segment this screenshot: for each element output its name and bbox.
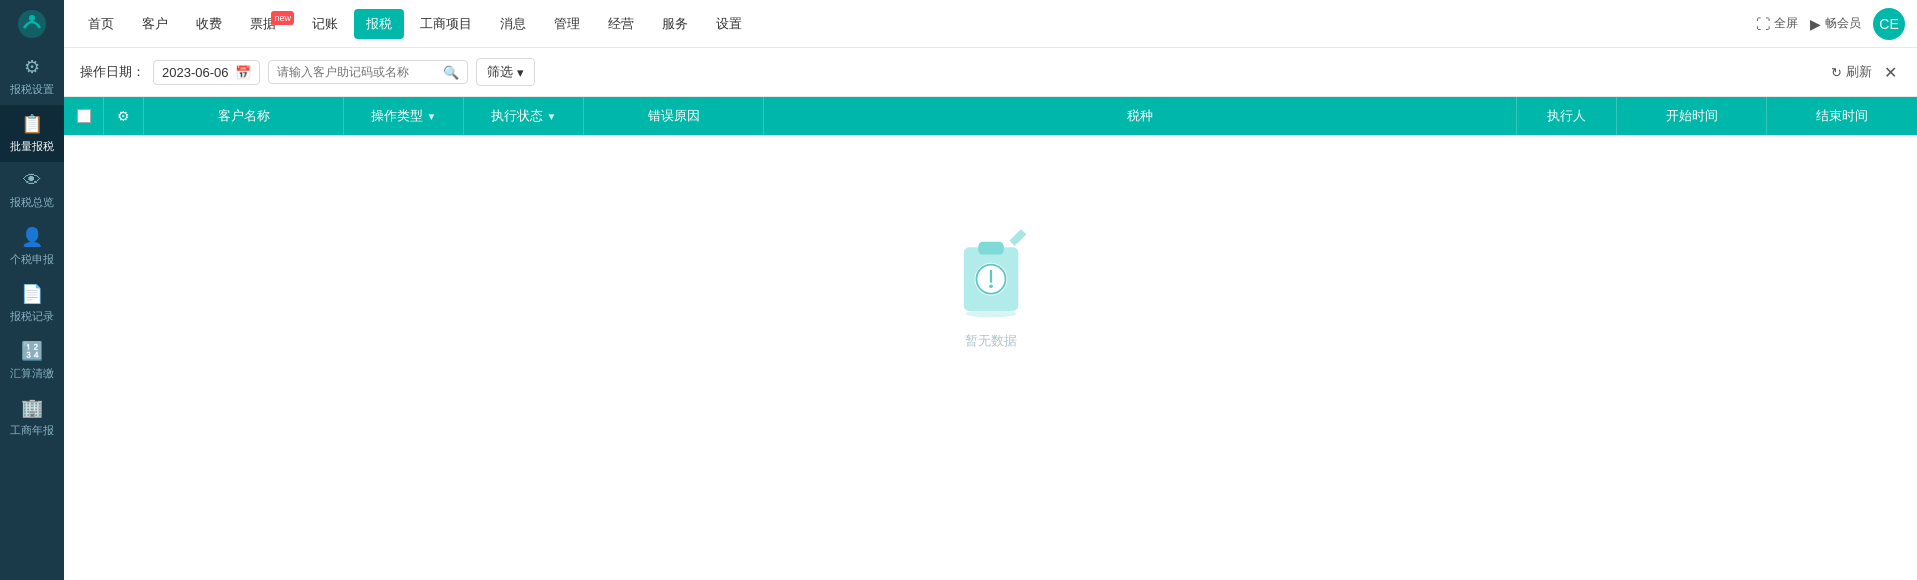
sidebar-item-huisuanjiesuan[interactable]: 🔢 汇算清缴	[0, 332, 64, 389]
sidebar-item-baoshuijilu[interactable]: 📄 报税记录	[0, 275, 64, 332]
empty-state: 暂无数据	[901, 180, 1081, 390]
baoshuijilu-icon: 📄	[21, 283, 43, 305]
nav-item-jizhang[interactable]: 记账	[300, 9, 350, 39]
select-all-checkbox[interactable]	[77, 109, 91, 123]
sidebar-item-geshuishenbao[interactable]: 👤 个税申报	[0, 218, 64, 275]
date-label: 操作日期：	[80, 63, 145, 81]
sidebar-item-label: 工商年报	[10, 423, 54, 438]
member-label: 畅会员	[1825, 15, 1861, 32]
baoshuizonglan-icon: 👁	[23, 170, 41, 191]
fullscreen-label: 全屏	[1774, 15, 1798, 32]
sidebar-item-label: 报税记录	[10, 309, 54, 324]
table-body: 暂无数据	[64, 135, 1917, 435]
close-button[interactable]: ✕	[1880, 63, 1901, 82]
nav-item-xiaoxi[interactable]: 消息	[488, 9, 538, 39]
column-checkbox[interactable]	[64, 97, 104, 135]
member-button[interactable]: ▶ 畅会员	[1810, 15, 1861, 32]
baoshuishezhi-icon: ⚙	[24, 56, 40, 78]
nav-item-jingying[interactable]: 经营	[596, 9, 646, 39]
geshuishenbao-icon: 👤	[21, 226, 43, 248]
empty-icon	[941, 220, 1041, 320]
content: 操作日期： 2023-06-06 📅 🔍 筛选 ▾ ↻ 刷新 ✕	[64, 48, 1917, 580]
sidebar-item-label: 汇算清缴	[10, 366, 54, 381]
filter-button[interactable]: 筛选 ▾	[476, 58, 535, 86]
column-customer-name: 客户名称	[144, 97, 344, 135]
fullscreen-icon: ⛶	[1756, 16, 1770, 32]
avatar[interactable]: CE	[1873, 8, 1905, 40]
nav-right: ⛶ 全屏 ▶ 畅会员 CE	[1756, 8, 1905, 40]
sort-icon: ▼	[427, 111, 437, 122]
main-area: 首页 客户 收费 票据 new 记账 报税 工商项目 消息 管理 经营 服务 设…	[64, 0, 1917, 580]
sidebar-item-baoshuishezhi[interactable]: ⚙ 报税设置	[0, 48, 64, 105]
chevron-down-icon: ▾	[517, 65, 524, 80]
refresh-label: 刷新	[1846, 63, 1872, 81]
sidebar-logo	[0, 0, 64, 48]
column-tax-type: 税种	[764, 97, 1517, 135]
date-value: 2023-06-06	[162, 65, 229, 80]
search-box: 🔍	[268, 60, 468, 84]
filter-label: 筛选	[487, 63, 513, 81]
svg-rect-5	[978, 242, 1003, 255]
sidebar: ⚙ 报税设置 📋 批量报税 👁 报税总览 👤 个税申报 📄 报税记录 🔢 汇算清…	[0, 0, 64, 580]
sidebar-item-label: 个税申报	[10, 252, 54, 267]
nav-item-customer[interactable]: 客户	[130, 9, 180, 39]
nav-item-piaoju[interactable]: 票据 new	[238, 9, 296, 39]
toolbar: 操作日期： 2023-06-06 📅 🔍 筛选 ▾ ↻ 刷新 ✕	[64, 48, 1917, 97]
nav-item-shoufei[interactable]: 收费	[184, 9, 234, 39]
gongshangnianbaoj-icon: 🏢	[21, 397, 43, 419]
nav-item-gongshangxiangmu[interactable]: 工商项目	[408, 9, 484, 39]
nav-item-baoshui[interactable]: 报税	[354, 9, 404, 39]
column-end-time: 结束时间	[1767, 97, 1917, 135]
sidebar-item-baoshuizonglan[interactable]: 👁 报税总览	[0, 162, 64, 218]
svg-point-0	[18, 10, 46, 38]
svg-point-10	[965, 310, 1016, 317]
table-container: ⚙ 客户名称 操作类型 ▼ 执行状态 ▼ 错误原因 税种	[64, 97, 1917, 580]
column-settings[interactable]: ⚙	[104, 97, 144, 135]
sidebar-item-label: 批量报税	[10, 139, 54, 154]
column-start-time: 开始时间	[1617, 97, 1767, 135]
top-nav: 首页 客户 收费 票据 new 记账 报税 工商项目 消息 管理 经营 服务 设…	[64, 0, 1917, 48]
sidebar-item-label: 报税设置	[10, 82, 54, 97]
refresh-button[interactable]: ↻ 刷新	[1831, 63, 1872, 81]
sidebar-item-piliangshuishui[interactable]: 📋 批量报税	[0, 105, 64, 162]
column-operation-type[interactable]: 操作类型 ▼	[344, 97, 464, 135]
sort-icon: ▼	[547, 111, 557, 122]
nav-item-homepage[interactable]: 首页	[76, 9, 126, 39]
column-error-reason: 错误原因	[584, 97, 764, 135]
nav-item-guanli[interactable]: 管理	[542, 9, 592, 39]
huisuanjiesuan-icon: 🔢	[21, 340, 43, 362]
nav-items: 首页 客户 收费 票据 new 记账 报税 工商项目 消息 管理 经营 服务 设…	[76, 9, 1756, 39]
search-input[interactable]	[277, 61, 443, 83]
new-badge: new	[271, 11, 294, 25]
nav-item-fuwu[interactable]: 服务	[650, 9, 700, 39]
piliangshuishui-icon: 📋	[21, 113, 43, 135]
sidebar-item-label: 报税总览	[10, 195, 54, 210]
calendar-icon: 📅	[235, 65, 251, 80]
column-exec-status[interactable]: 执行状态 ▼	[464, 97, 584, 135]
column-executor: 执行人	[1517, 97, 1617, 135]
search-icon: 🔍	[443, 65, 459, 80]
svg-point-1	[29, 15, 35, 21]
refresh-icon: ↻	[1831, 65, 1842, 80]
sidebar-item-gongshangnianbaoj[interactable]: 🏢 工商年报	[0, 389, 64, 446]
empty-text: 暂无数据	[965, 332, 1017, 350]
svg-point-9	[989, 285, 993, 289]
table-header: ⚙ 客户名称 操作类型 ▼ 执行状态 ▼ 错误原因 税种	[64, 97, 1917, 135]
nav-item-shezhi[interactable]: 设置	[704, 9, 754, 39]
settings-icon: ⚙	[117, 108, 130, 124]
fullscreen-button[interactable]: ⛶ 全屏	[1756, 15, 1798, 32]
member-icon: ▶	[1810, 16, 1821, 32]
date-picker[interactable]: 2023-06-06 📅	[153, 60, 260, 85]
svg-rect-3	[1009, 229, 1026, 246]
